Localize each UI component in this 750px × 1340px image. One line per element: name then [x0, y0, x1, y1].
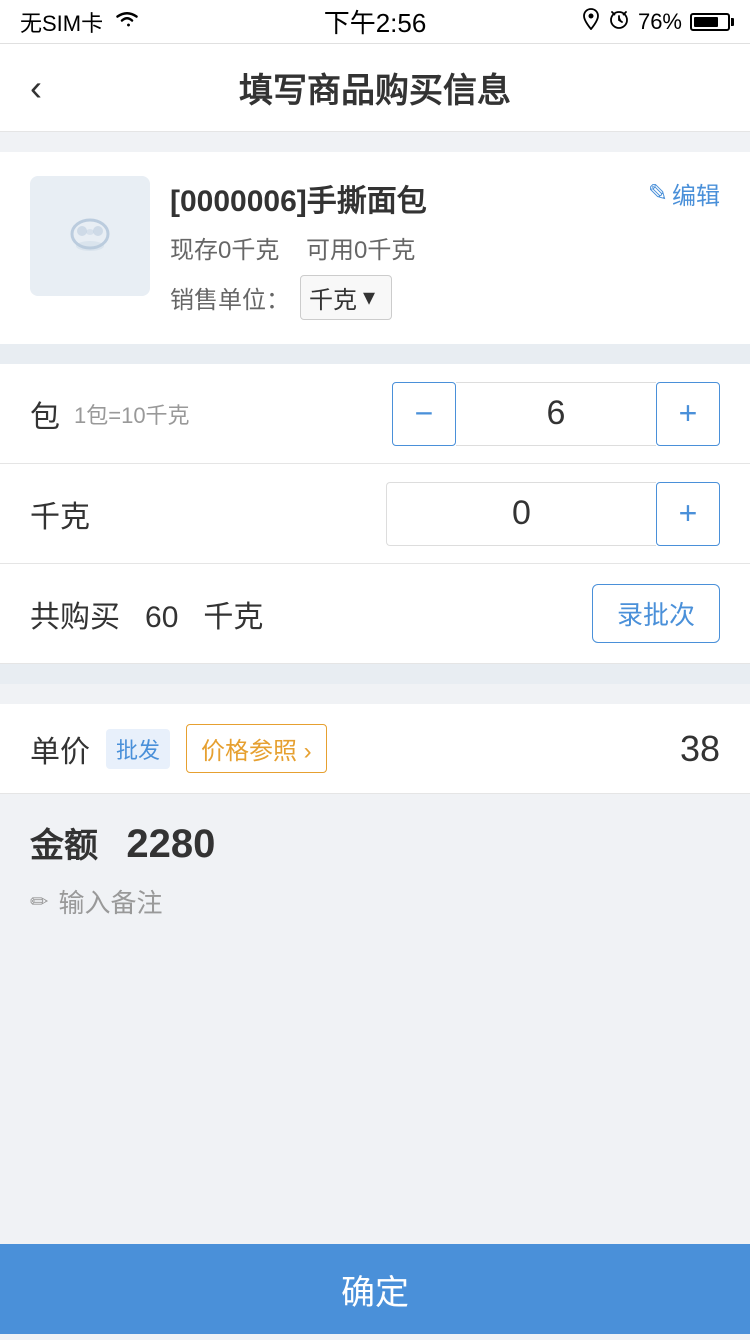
kegram-text: 千克	[30, 492, 90, 536]
amount-value: 2280	[126, 822, 215, 866]
kegram-input[interactable]	[386, 482, 656, 546]
status-bar: 无SIM卡 下午2:56 76%	[0, 0, 750, 44]
dropdown-icon: ▾	[363, 283, 375, 312]
edit-label: 编辑	[672, 176, 720, 211]
nav-bar: ‹ 填写商品购买信息	[0, 44, 750, 132]
status-time: 下午2:56	[324, 3, 427, 40]
unit-price-label: 单价	[30, 727, 90, 771]
pencil-icon: ✏	[30, 889, 48, 915]
price-row: 单价 批发 价格参照 › 38	[0, 704, 750, 794]
kegram-label: 千克	[30, 492, 386, 536]
product-name: [0000006]手撕面包	[170, 176, 720, 220]
amount-label: 金额	[30, 827, 98, 865]
bao-text: 包	[30, 392, 60, 436]
input-section: 包 1包=10千克 − + 千克 + 共购买 60 千克 录批次	[0, 364, 750, 664]
amount-section: 金额 2280 ✏ 输入备注	[0, 794, 750, 940]
section-divider-1	[0, 344, 750, 364]
amount-row: 金额 2280	[30, 818, 720, 867]
page-title: 填写商品购买信息	[239, 63, 511, 112]
product-info: [0000006]手撕面包 现存0千克 可用0千克 销售单位： 千克 ▾	[170, 176, 720, 320]
unit-value: 千克	[309, 280, 357, 315]
available-label: 可用0千克	[306, 237, 415, 264]
product-card: [0000006]手撕面包 现存0千克 可用0千克 销售单位： 千克 ▾ ✎ 编…	[0, 152, 750, 344]
carrier-label: 无SIM卡	[20, 6, 103, 38]
bao-sublabel: 1包=10千克	[74, 398, 190, 430]
kegram-row: 千克 +	[0, 464, 750, 564]
kegram-controls: +	[386, 482, 720, 546]
record-batch-button[interactable]: 录批次	[592, 584, 720, 643]
price-value: 38	[680, 728, 720, 770]
edit-button[interactable]: ✎ 编辑	[648, 176, 720, 211]
total-text: 共购买 60 千克	[30, 592, 263, 636]
product-stock: 现存0千克 可用0千克	[170, 230, 720, 265]
bao-row: 包 1包=10千克 − +	[0, 364, 750, 464]
section-divider-2	[0, 664, 750, 684]
total-value: 60	[145, 601, 178, 634]
bao-controls: − +	[392, 382, 720, 446]
stock-label: 现存0千克	[170, 237, 279, 264]
battery-icon	[690, 13, 730, 31]
price-type-tag: 批发	[106, 729, 170, 769]
back-button[interactable]: ‹	[30, 57, 52, 119]
product-unit: 销售单位： 千克 ▾	[170, 275, 720, 320]
total-label: 共购买	[30, 601, 120, 634]
edit-icon: ✎	[648, 179, 668, 208]
bao-plus-button[interactable]: +	[656, 382, 720, 446]
total-row: 共购买 60 千克 录批次	[0, 564, 750, 664]
battery-percent: 76%	[638, 9, 682, 35]
bao-label: 包 1包=10千克	[30, 392, 392, 436]
status-left: 无SIM卡	[20, 6, 141, 38]
remark-row[interactable]: ✏ 输入备注	[30, 883, 720, 940]
remark-placeholder: 输入备注	[58, 883, 162, 920]
unit-select[interactable]: 千克 ▾	[300, 275, 392, 320]
price-ref-label: 价格参照 ›	[201, 731, 312, 766]
price-reference-button[interactable]: 价格参照 ›	[186, 724, 327, 773]
confirm-button[interactable]: 确定	[0, 1244, 750, 1334]
status-right: 76%	[582, 8, 730, 36]
location-icon	[582, 8, 600, 36]
alarm-icon	[608, 8, 630, 36]
price-section: 单价 批发 价格参照 › 38	[0, 704, 750, 794]
total-unit: 千克	[203, 601, 263, 634]
bao-input[interactable]	[456, 382, 656, 446]
wifi-icon	[113, 9, 141, 35]
bao-minus-button[interactable]: −	[392, 382, 456, 446]
kegram-plus-button[interactable]: +	[656, 482, 720, 546]
product-thumbnail	[30, 176, 150, 296]
